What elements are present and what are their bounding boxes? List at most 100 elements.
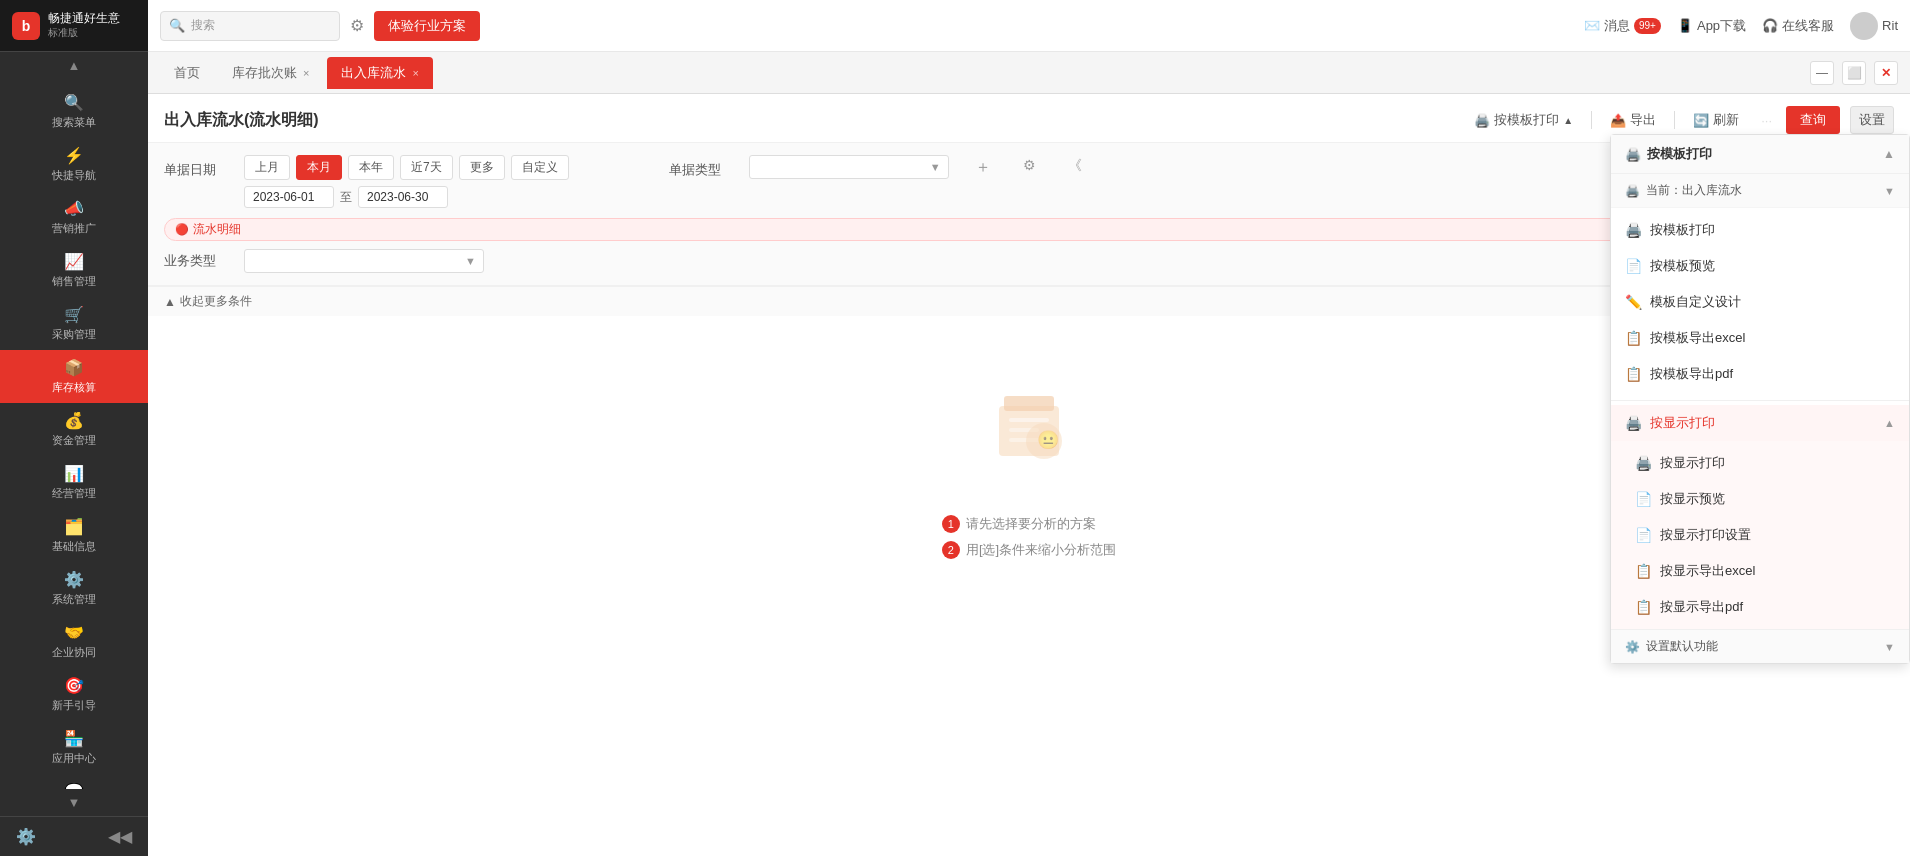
refresh-icon: 🔄 xyxy=(1693,113,1709,128)
panel-footer-label: ⚙️ 设置默认功能 xyxy=(1625,638,1718,655)
voucher-type-select[interactable] xyxy=(749,155,949,179)
panel-arrow-up[interactable]: ▲ xyxy=(1883,147,1895,161)
template-pdf-label: 按模板导出pdf xyxy=(1650,365,1733,383)
sidebar-item-quicknav-label: 快捷导航 xyxy=(52,168,96,183)
filter-collapse-button[interactable]: 《 xyxy=(1062,155,1088,177)
sidebar-item-quick-nav[interactable]: ⚡ 快捷导航 xyxy=(0,138,148,191)
empty-step-2: 2 用[选]条件来缩小分析范围 xyxy=(942,541,1116,559)
template-excel-label: 按模板导出excel xyxy=(1650,329,1745,347)
sidebar-scroll-up[interactable]: ▲ xyxy=(0,52,148,79)
panel-footer-text: 设置默认功能 xyxy=(1646,638,1718,655)
panel-scroll-area: 🖨️ 当前：出入库流水 ▼ 🖨️ 按模板打印 📄 按模板预览 xyxy=(1611,174,1909,629)
date-to-input[interactable] xyxy=(358,186,448,208)
step-1-text: 请先选择要分析的方案 xyxy=(966,515,1096,533)
sidebar-item-marketing[interactable]: 📣 营销推广 xyxy=(0,191,148,244)
sidebar-item-inventory[interactable]: 📦 库存核算 xyxy=(0,350,148,403)
app-name: 畅捷通好生意 xyxy=(48,11,120,27)
sidebar-item-sales[interactable]: 📈 销售管理 xyxy=(0,244,148,297)
biz-type-select[interactable] xyxy=(244,249,484,273)
settings-icon[interactable]: ⚙️ xyxy=(16,827,36,846)
online-service-label: 在线客服 xyxy=(1782,17,1834,35)
sidebar-item-finance[interactable]: 💰 资金管理 xyxy=(0,403,148,456)
print-panel: 🖨️ 按模板打印 ▲ 🖨️ 当前：出入库流水 ▼ xyxy=(1610,134,1910,664)
sidebar-item-appcenter[interactable]: 🏪 应用中心 xyxy=(0,721,148,774)
tab-home[interactable]: 首页 xyxy=(160,57,214,89)
topbar-search[interactable]: 🔍 搜索 xyxy=(160,11,340,41)
query-button[interactable]: 查询 xyxy=(1786,106,1840,134)
svg-rect-1 xyxy=(1004,396,1054,411)
user-name: Rit xyxy=(1882,18,1898,33)
app-download-label: App下载 xyxy=(1697,17,1746,35)
sidebar-item-collab[interactable]: 🤝 企业协同 xyxy=(0,615,148,668)
page-actions: 🖨️ 按模板打印 ▲ 📤 导出 🔄 刷新 ··· 查询 设置 xyxy=(1466,106,1894,134)
panel-item-template-preview[interactable]: 📄 按模板预览 xyxy=(1611,248,1909,284)
wechat-icon: 💬 xyxy=(64,782,84,789)
filter-add-button[interactable]: ＋ xyxy=(969,155,997,180)
refresh-button[interactable]: 🔄 刷新 xyxy=(1685,107,1747,133)
filter-settings-button[interactable]: ⚙ xyxy=(1017,155,1042,175)
panel-item-display-pdf[interactable]: 📋 按显示导出pdf xyxy=(1621,589,1909,625)
message-button[interactable]: ✉️ 消息 99+ xyxy=(1584,17,1661,35)
sidebar-item-basic[interactable]: 🗂️ 基础信息 xyxy=(0,509,148,562)
sidebar-item-wechat[interactable]: 💬 企业微信 xyxy=(0,774,148,789)
print-dropdown-icon: ▲ xyxy=(1563,115,1573,126)
date-btn-this-month[interactable]: 本月 xyxy=(296,155,342,180)
inventory-icon: 📦 xyxy=(64,358,84,377)
sidebar-item-system[interactable]: ⚙️ 系统管理 xyxy=(0,562,148,615)
main-area: 🔍 搜索 ⚙ 体验行业方案 ✉️ 消息 99+ 📱 App下载 🎧 在线客服 R… xyxy=(148,0,1910,856)
user-profile[interactable]: Rit xyxy=(1850,12,1898,40)
date-from-input[interactable] xyxy=(244,186,334,208)
window-close-button[interactable]: ✕ xyxy=(1874,61,1898,85)
tab-batch-close[interactable]: × xyxy=(303,67,309,79)
svg-rect-2 xyxy=(1009,418,1049,422)
topbar-search-placeholder: 搜索 xyxy=(191,17,215,34)
panel-item-template-customize[interactable]: ✏️ 模板自定义设计 xyxy=(1611,284,1909,320)
sidebar-scroll-down[interactable]: ▼ xyxy=(0,789,148,816)
panel-header-arrows: ▲ xyxy=(1883,147,1895,161)
avatar xyxy=(1850,12,1878,40)
panel-item-template-excel[interactable]: 📋 按模板导出excel xyxy=(1611,320,1909,356)
panel-item-display-print[interactable]: 🖨️ 按显示打印 xyxy=(1621,445,1909,481)
panel-item-display-settings[interactable]: 📄 按显示打印设置 xyxy=(1621,517,1909,553)
sidebar-item-operations[interactable]: 📊 经营管理 xyxy=(0,456,148,509)
panel-item-display-excel[interactable]: 📋 按显示导出excel xyxy=(1621,553,1909,589)
display-print-icon: 🖨️ xyxy=(1635,455,1652,471)
sidebar-item-purchase[interactable]: 🛒 采购管理 xyxy=(0,297,148,350)
template-preview-label: 按模板预览 xyxy=(1650,257,1715,275)
tab-batch[interactable]: 库存批次账 × xyxy=(218,57,323,89)
print-template-button[interactable]: 🖨️ 按模板打印 ▲ xyxy=(1466,107,1581,133)
trial-industry-button[interactable]: 体验行业方案 xyxy=(374,11,480,41)
online-service-button[interactable]: 🎧 在线客服 xyxy=(1762,17,1834,35)
window-maximize-button[interactable]: ⬜ xyxy=(1842,61,1866,85)
sidebar-item-guide[interactable]: 🎯 新手引导 xyxy=(0,668,148,721)
export-icon: 📤 xyxy=(1610,113,1626,128)
panel-item-display-print-header[interactable]: 🖨️ 按显示打印 ▲ xyxy=(1611,405,1909,441)
window-controls: — ⬜ ✕ xyxy=(1810,61,1898,85)
panel-footer[interactable]: ⚙️ 设置默认功能 ▼ xyxy=(1611,629,1909,663)
collapse-sidebar-icon[interactable]: ◀◀ xyxy=(108,827,132,846)
window-minimize-button[interactable]: — xyxy=(1810,61,1834,85)
panel-item-template-pdf[interactable]: 📋 按模板导出pdf xyxy=(1611,356,1909,392)
sidebar-item-inventory-label: 库存核算 xyxy=(52,380,96,395)
panel-item-display-preview[interactable]: 📄 按显示预览 xyxy=(1621,481,1909,517)
date-btn-last-7days[interactable]: 近7天 xyxy=(400,155,453,180)
panel-current-item[interactable]: 🖨️ 当前：出入库流水 ▼ xyxy=(1611,174,1909,208)
date-btn-this-year[interactable]: 本年 xyxy=(348,155,394,180)
collapse-icon: ▲ xyxy=(164,295,176,309)
sidebar-item-search[interactable]: 🔍 搜索菜单 xyxy=(0,85,148,138)
date-btn-last-month[interactable]: 上月 xyxy=(244,155,290,180)
app-download-button[interactable]: 📱 App下载 xyxy=(1677,17,1746,35)
panel-item-template-print[interactable]: 🖨️ 按模板打印 xyxy=(1611,212,1909,248)
date-btn-more[interactable]: 更多 xyxy=(459,155,505,180)
tab-flow[interactable]: 出入库流水 × xyxy=(327,57,432,89)
collapse-label: 收起更多条件 xyxy=(180,293,252,310)
print-template-label: 按模板打印 xyxy=(1494,111,1559,129)
operations-icon: 📊 xyxy=(64,464,84,483)
template-print-label: 按模板打印 xyxy=(1650,221,1715,239)
export-button[interactable]: 📤 导出 xyxy=(1602,107,1664,133)
tab-batch-label: 库存批次账 xyxy=(232,64,297,82)
tab-flow-close[interactable]: × xyxy=(412,67,418,79)
settings-button[interactable]: 设置 xyxy=(1850,106,1894,134)
topbar-gear-icon[interactable]: ⚙ xyxy=(350,16,364,35)
date-btn-custom[interactable]: 自定义 xyxy=(511,155,569,180)
